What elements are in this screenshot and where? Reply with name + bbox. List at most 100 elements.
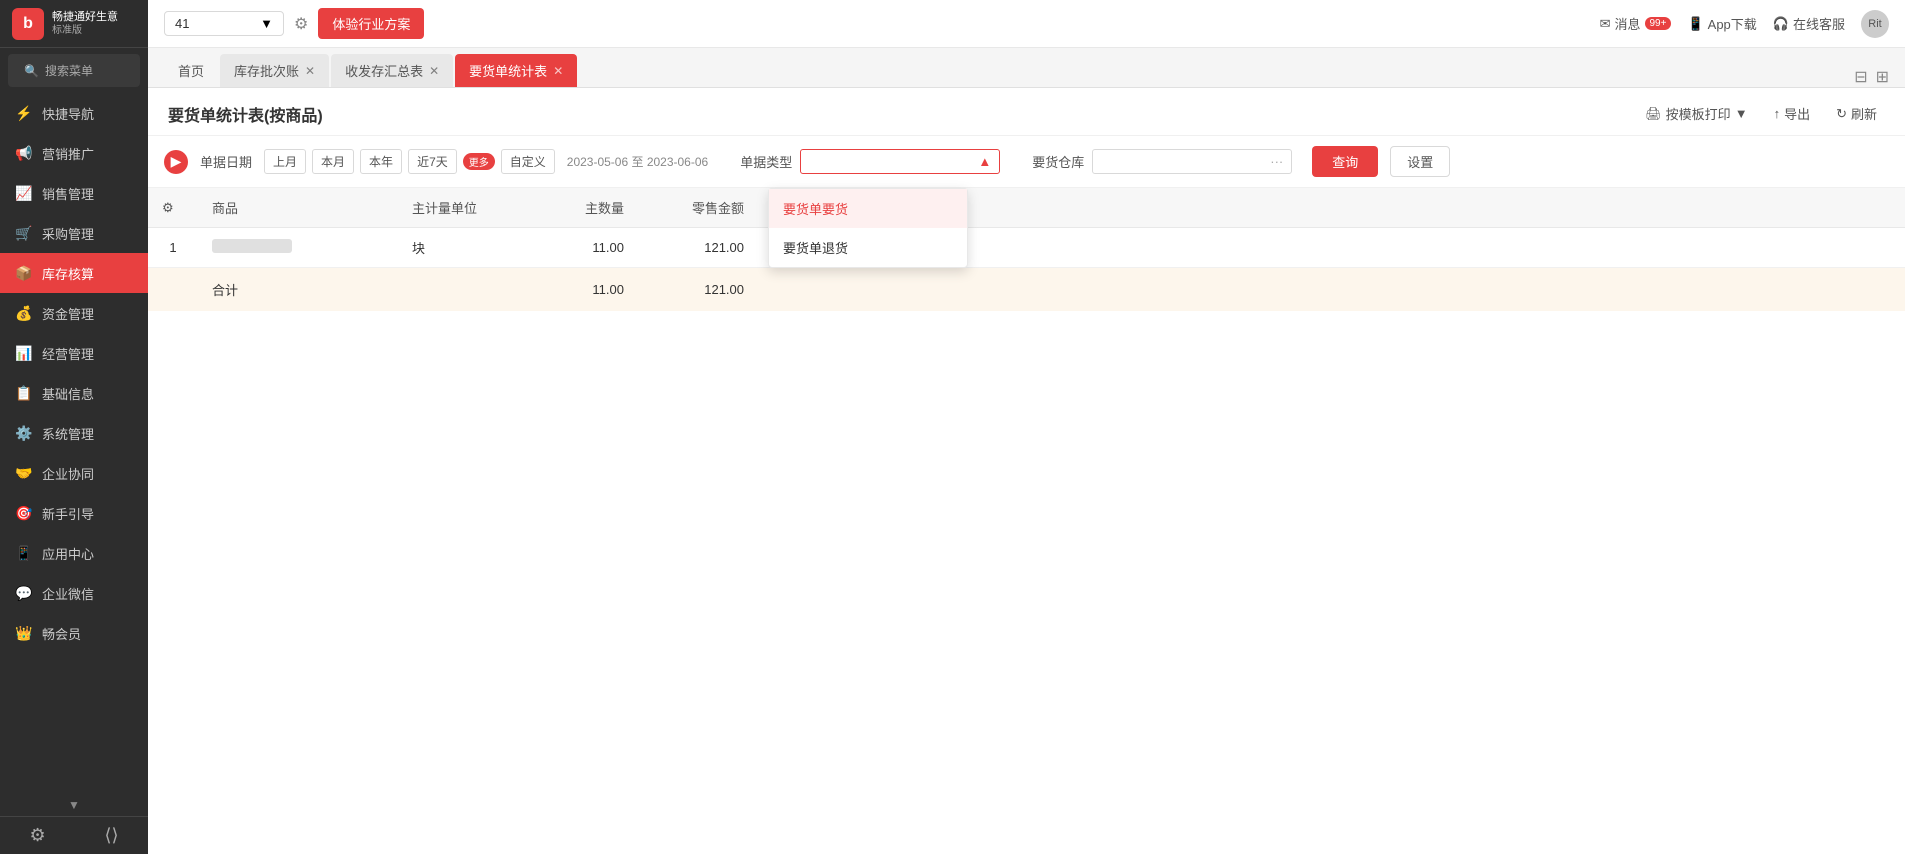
refresh-button[interactable]: ↻ 刷新 (1828, 100, 1885, 127)
messages-button[interactable]: ✉ 消息 99+ (1600, 14, 1672, 33)
print-icon: 🖨 (1645, 106, 1662, 122)
app-name: 畅捷通好生意 标准版 (52, 10, 118, 37)
store-selector[interactable]: 41 ▼ (164, 11, 284, 36)
more-options-icon: ··· (1270, 154, 1283, 169)
chevron-down-icon: ▼ (260, 16, 273, 31)
sidebar-item-finance[interactable]: 💰 资金管理 (0, 293, 148, 333)
purchase-icon: 🛒 (14, 223, 34, 243)
download-icon: 📱 (1687, 16, 1703, 32)
topbar-right: ✉ 消息 99+ 📱 App下载 🎧 在线客服 Rit (1600, 10, 1889, 38)
this-year-btn[interactable]: 本年 (360, 149, 402, 174)
custom-date-btn[interactable]: 自定义 (501, 149, 555, 174)
dropdown-item-order-goods[interactable]: 要货单要货 (769, 189, 967, 228)
sidebar-item-marketing[interactable]: 📢 营销推广 (0, 133, 148, 173)
tab-collection-summary[interactable]: 收发存汇总表 ✕ (331, 54, 453, 87)
tab-close-collection-summary[interactable]: ✕ (429, 64, 439, 78)
settings-button[interactable]: ⚙ (29, 825, 45, 846)
sales-icon: 📈 (14, 183, 34, 203)
filter-expand-button[interactable]: ▶ (164, 150, 188, 174)
summary-empty-1 (148, 268, 198, 312)
sidebar-search[interactable]: 🔍 搜索菜单 (8, 54, 140, 87)
warehouse-label: 要货仓库 (1032, 152, 1084, 171)
date-buttons: 上月 本月 本年 近7天 更多 自定义 (264, 149, 555, 174)
collapse-button[interactable]: ⟨⟩ (105, 825, 119, 846)
avatar[interactable]: Rit (1861, 10, 1889, 38)
sidebar-item-member[interactable]: 👑 畅会员 (0, 613, 148, 653)
filter-type-section: 单据类型 ▲ (740, 149, 1000, 174)
topbar-left: 41 ▼ ⚙ 体验行业方案 (164, 8, 424, 39)
online-service-button[interactable]: 🎧 在线客服 (1773, 14, 1845, 33)
finance-icon: 💰 (14, 303, 34, 323)
export-button[interactable]: ↑ 导出 (1766, 100, 1819, 127)
sidebar-item-purchase[interactable]: 🛒 采购管理 (0, 213, 148, 253)
summary-label: 合计 (198, 268, 398, 312)
sidebar-item-basic[interactable]: 📋 基础信息 (0, 373, 148, 413)
table-header-row: ⚙ 商品 主计量单位 主数量 零售金额 (148, 188, 1905, 228)
print-chevron-icon: ▼ (1735, 106, 1748, 121)
messages-icon: ✉ (1600, 16, 1611, 32)
col-header-amount: 零售金额 (638, 188, 758, 228)
this-month-btn[interactable]: 本月 (312, 149, 354, 174)
type-select[interactable]: ▲ (800, 149, 1000, 174)
type-select-arrow-up: ▲ (978, 154, 991, 169)
sidebar-item-app-center[interactable]: 📱 应用中心 (0, 533, 148, 573)
settings-button[interactable]: 设置 (1390, 146, 1450, 177)
trial-button[interactable]: 体验行业方案 (318, 8, 424, 39)
tabbar-actions: ⊟ ⊞ (1854, 67, 1889, 87)
date-range-display: 2023-05-06 至 2023-06-06 (567, 153, 708, 170)
summary-empty-2 (398, 268, 518, 312)
service-icon: 🎧 (1773, 16, 1789, 32)
tab-inventory-batch[interactable]: 库存批次账 ✕ (220, 54, 329, 87)
tab-home[interactable]: 首页 (164, 54, 218, 87)
product-placeholder (212, 239, 292, 253)
app-center-icon: 📱 (14, 543, 34, 563)
topbar-gear-icon[interactable]: ⚙ (294, 14, 308, 34)
filter-bar: ▶ 单据日期 上月 本月 本年 近7天 更多 自定义 2023-05-06 至 … (148, 136, 1905, 188)
tab-minimize-icon[interactable]: ⊟ (1854, 67, 1867, 87)
sidebar-item-guide[interactable]: 🎯 新手引导 (0, 493, 148, 533)
cell-quantity: 11.00 (518, 228, 638, 268)
data-table: ⚙ 商品 主计量单位 主数量 零售金额 1 (148, 188, 1905, 311)
dropdown-item-order-return[interactable]: 要货单退货 (769, 228, 967, 267)
cell-index: 1 (148, 228, 198, 268)
search-icon: 🔍 (24, 64, 39, 78)
warehouse-select[interactable]: ··· (1092, 149, 1292, 174)
more-date-badge[interactable]: 更多 (463, 153, 495, 170)
sidebar-item-quick-nav[interactable]: ⚡ 快捷导航 (0, 93, 148, 133)
enterprise-icon: 🤝 (14, 463, 34, 483)
sidebar-scroll-down[interactable]: ▼ (0, 794, 148, 816)
sidebar-item-wechat[interactable]: 💬 企业微信 (0, 573, 148, 613)
wechat-icon: 💬 (14, 583, 34, 603)
basic-icon: 📋 (14, 383, 34, 403)
sidebar-item-system[interactable]: ⚙️ 系统管理 (0, 413, 148, 453)
cell-unit: 块 (398, 228, 518, 268)
sidebar-item-sales[interactable]: 📈 销售管理 (0, 173, 148, 213)
app-download-button[interactable]: 📱 App下载 (1687, 14, 1756, 33)
operations-icon: 📊 (14, 343, 34, 363)
warehouse-section: 要货仓库 ··· (1032, 149, 1292, 174)
settings-icon[interactable]: ⚙ (162, 200, 174, 215)
sidebar-item-inventory[interactable]: 📦 库存核算 (0, 253, 148, 293)
last-7days-btn[interactable]: 近7天 (408, 149, 457, 174)
topbar: 41 ▼ ⚙ 体验行业方案 ✉ 消息 99+ 📱 App下载 🎧 在线客服 Ri… (148, 0, 1905, 48)
app-logo-icon: b (12, 8, 44, 40)
tab-order-summary[interactable]: 要货单统计表 ✕ (455, 54, 577, 87)
tab-expand-icon[interactable]: ⊞ (1876, 67, 1889, 87)
query-button[interactable]: 查询 (1312, 146, 1378, 177)
summary-row: 合计 11.00 121.00 (148, 268, 1905, 312)
member-icon: 👑 (14, 623, 34, 643)
sidebar-item-enterprise[interactable]: 🤝 企业协同 (0, 453, 148, 493)
export-icon: ↑ (1774, 106, 1781, 121)
sidebar-item-operations[interactable]: 📊 经营管理 (0, 333, 148, 373)
guide-icon: 🎯 (14, 503, 34, 523)
col-header-settings: ⚙ (148, 188, 198, 228)
type-dropdown: 要货单要货 要货单退货 (768, 188, 968, 268)
sidebar-nav: ⚡ 快捷导航 📢 营销推广 📈 销售管理 🛒 采购管理 📦 库存核算 💰 资金管… (0, 93, 148, 794)
tab-close-order-summary[interactable]: ✕ (553, 64, 563, 78)
last-month-btn[interactable]: 上月 (264, 149, 306, 174)
summary-amount: 121.00 (638, 268, 758, 312)
print-button[interactable]: 🖨 按模板打印 ▼ (1637, 100, 1755, 127)
type-label: 单据类型 (740, 152, 792, 171)
tab-close-inventory-batch[interactable]: ✕ (305, 64, 315, 78)
summary-quantity: 11.00 (518, 268, 638, 312)
